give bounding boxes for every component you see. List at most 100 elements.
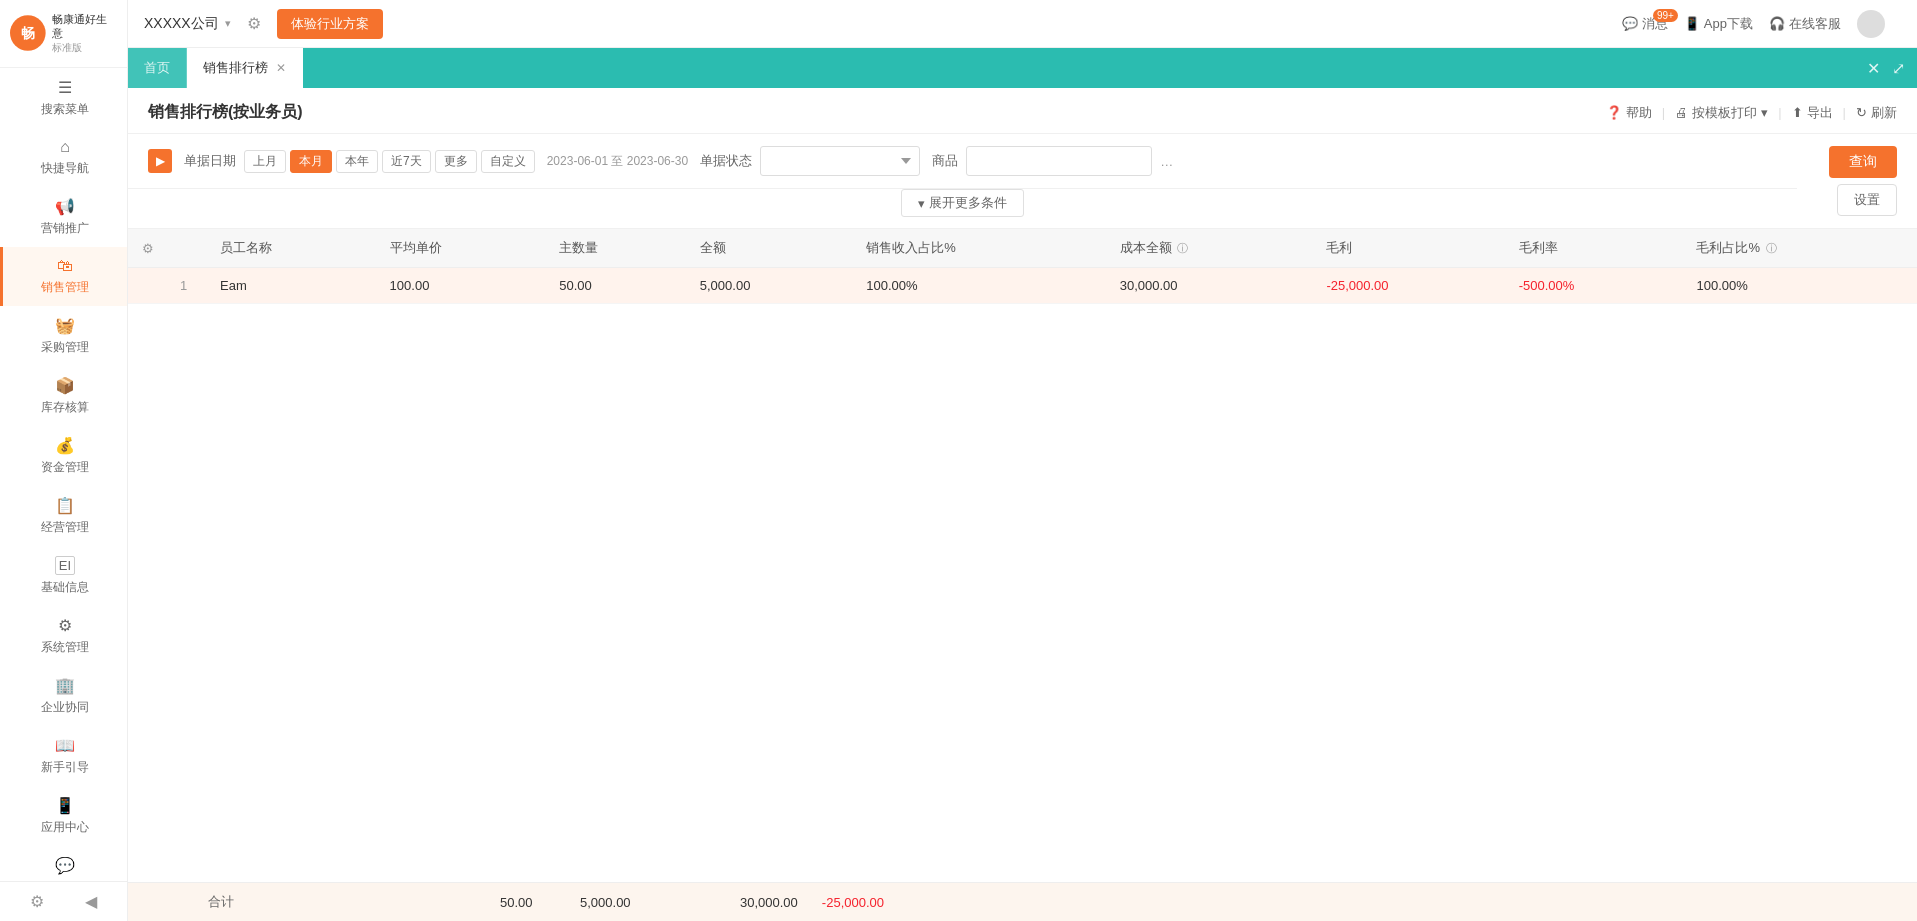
- export-button[interactable]: ⬆ 导出: [1792, 104, 1833, 122]
- page-actions: ❓ 帮助 | 🖨 按模板打印 ▾ | ⬆ 导出 | ↻ 刷新: [1606, 104, 1897, 122]
- sidebar-item-quick-nav[interactable]: ⌂ 快捷导航: [0, 128, 127, 187]
- col-avg-price: 平均单价: [378, 229, 548, 268]
- export-icon: ⬆: [1792, 105, 1803, 120]
- goods-label: 商品: [932, 152, 958, 170]
- tab-expand-icon[interactable]: ⤢: [1888, 55, 1909, 82]
- filter-and-query: ▶ 单据日期 上月 本月 本年 近7天 更多 自定义 2023-06-01 至 …: [128, 134, 1917, 229]
- date-filter-group: 单据日期 上月 本月 本年 近7天 更多 自定义 2023-06-01 至 20…: [184, 150, 688, 173]
- sidebar-item-guide[interactable]: 📖 新手引导: [0, 726, 127, 786]
- company-name: XXXXX公司: [144, 15, 219, 33]
- topbar-actions: 💬 消息 99+ 📱 App下载 🎧 在线客服: [1622, 10, 1901, 38]
- rankings-table: ⚙ 员工名称 平均单价 主数量 全额 销售收入占比% 成本全额 ⓘ 毛利 毛利率…: [128, 229, 1917, 304]
- refresh-button[interactable]: ↻ 刷新: [1856, 104, 1897, 122]
- sidebar-item-label: 营销推广: [41, 220, 89, 237]
- sidebar-item-inventory[interactable]: 📦 库存核算: [0, 366, 127, 426]
- row-gross-ratio: 100.00%: [1684, 268, 1917, 304]
- col-gross-ratio: 毛利占比% ⓘ: [1684, 229, 1917, 268]
- sidebar-settings-button[interactable]: ⚙: [30, 892, 44, 911]
- sidebar-item-search-orders[interactable]: ☰ 搜索菜单: [0, 68, 127, 128]
- query-button[interactable]: 查询: [1829, 146, 1897, 178]
- enterprise-icon: 🏢: [55, 676, 75, 695]
- footer-total-label: 合计: [208, 893, 408, 911]
- this-year-btn[interactable]: 本年: [336, 150, 378, 173]
- row-employee: Eam: [208, 268, 378, 304]
- app-download-icon: 📱: [1684, 16, 1700, 31]
- chevron-down-icon: ▾: [225, 17, 231, 30]
- sidebar-item-enterprise-wechat[interactable]: 💬 企业微信: [0, 846, 127, 881]
- sidebar-collapse-button[interactable]: ◀: [85, 892, 97, 911]
- content-area: 销售排行榜(按业务员) ❓ 帮助 | 🖨 按模板打印 ▾ | ⬆ 导出 |: [128, 88, 1917, 921]
- cost-help-icon[interactable]: ⓘ: [1177, 242, 1188, 254]
- app-download-button[interactable]: 📱 App下载: [1684, 15, 1753, 33]
- help-button[interactable]: ❓ 帮助: [1606, 104, 1652, 122]
- page-title: 销售排行榜(按业务员): [148, 102, 303, 123]
- sidebar-item-purchase[interactable]: 🧺 采购管理: [0, 306, 127, 366]
- tab-close-icon[interactable]: ✕: [276, 61, 286, 75]
- sidebar-item-finance[interactable]: 💰 资金管理: [0, 426, 127, 486]
- col-quantity: 主数量: [547, 229, 688, 268]
- tab-home-label: 首页: [144, 59, 170, 77]
- date-range-display: 2023-06-01 至 2023-06-30: [547, 153, 688, 170]
- expand-more-label: 展开更多条件: [929, 194, 1007, 212]
- col-settings[interactable]: ⚙: [128, 229, 168, 268]
- goods-filter-group: 商品 …: [932, 146, 1173, 176]
- sidebar-item-marketing[interactable]: 📢 营销推广: [0, 187, 127, 247]
- goods-input[interactable]: [966, 146, 1152, 176]
- date-label: 单据日期: [184, 152, 236, 170]
- topbar: XXXXX公司 ▾ ⚙ 体验行业方案 💬 消息 99+ 📱 App下载 🎧 在线…: [128, 0, 1917, 48]
- sidebar-item-sales[interactable]: 🛍 销售管理: [0, 247, 127, 306]
- this-month-btn[interactable]: 本月: [290, 150, 332, 173]
- guide-icon: 📖: [55, 736, 75, 755]
- finance-icon: 💰: [55, 436, 75, 455]
- sidebar-item-enterprise[interactable]: 🏢 企业协同: [0, 666, 127, 726]
- sidebar-item-app-center[interactable]: 📱 应用中心: [0, 786, 127, 846]
- goods-more-icon[interactable]: …: [1160, 154, 1173, 169]
- sidebar-item-basic-info[interactable]: EI 基础信息: [0, 546, 127, 606]
- gear-icon[interactable]: ⚙: [247, 14, 261, 33]
- sidebar-item-label: 系统管理: [41, 639, 89, 656]
- col-gross-profit: 毛利: [1314, 229, 1506, 268]
- tab-sales-ranking[interactable]: 销售排行榜 ✕: [187, 48, 303, 88]
- template-print-label: 按模板打印: [1692, 104, 1757, 122]
- filter-toggle-button[interactable]: ▶: [148, 149, 172, 173]
- tab-home[interactable]: 首页: [128, 48, 187, 88]
- purchase-icon: 🧺: [55, 316, 75, 335]
- menu-icon: ☰: [58, 78, 72, 97]
- table-wrapper: ⚙ 员工名称 平均单价 主数量 全额 销售收入占比% 成本全额 ⓘ 毛利 毛利率…: [128, 229, 1917, 882]
- sidebar-item-label: 应用中心: [41, 819, 89, 836]
- more-date-btn[interactable]: 更多: [435, 150, 477, 173]
- online-service-button[interactable]: 🎧 在线客服: [1769, 15, 1841, 33]
- logo-text: 畅康通好生意: [52, 12, 117, 41]
- help-icon: ❓: [1606, 105, 1622, 120]
- message-button[interactable]: 💬 消息 99+: [1622, 15, 1668, 33]
- expand-more-btn[interactable]: ▾ 展开更多条件: [901, 189, 1024, 217]
- sales-icon: 🛍: [57, 257, 73, 275]
- sidebar-bottom: ⚙ ◀: [0, 881, 127, 921]
- print-chevron-icon: ▾: [1761, 105, 1768, 120]
- col-cost-amount: 成本全额 ⓘ: [1108, 229, 1315, 268]
- tabbar: 首页 销售排行榜 ✕ ✕ ⤢: [128, 48, 1917, 88]
- gross-ratio-help-icon[interactable]: ⓘ: [1766, 242, 1777, 254]
- sidebar-item-label: 采购管理: [41, 339, 89, 356]
- marketing-icon: 📢: [55, 197, 75, 216]
- page-header: 销售排行榜(按业务员) ❓ 帮助 | 🖨 按模板打印 ▾ | ⬆ 导出 |: [128, 88, 1917, 134]
- last-7-days-btn[interactable]: 近7天: [382, 150, 431, 173]
- avatar[interactable]: [1857, 10, 1885, 38]
- query-section: 查询 设置: [1797, 134, 1917, 228]
- sidebar-item-system[interactable]: ⚙ 系统管理: [0, 606, 127, 666]
- col-employee: 员工名称: [208, 229, 378, 268]
- trial-btn[interactable]: 体验行业方案: [277, 9, 383, 39]
- company-selector[interactable]: XXXXX公司 ▾: [144, 15, 231, 33]
- custom-date-btn[interactable]: 自定义: [481, 150, 535, 173]
- sidebar-item-operations[interactable]: 📋 经营管理: [0, 486, 127, 546]
- sidebar-item-label: 经营管理: [41, 519, 89, 536]
- settings-button[interactable]: 设置: [1837, 184, 1897, 216]
- status-select[interactable]: [760, 146, 920, 176]
- col-amount: 全额: [688, 229, 855, 268]
- refresh-label: 刷新: [1871, 104, 1897, 122]
- template-print-button[interactable]: 🖨 按模板打印 ▾: [1675, 104, 1768, 122]
- chevron-right-icon: ▶: [156, 154, 165, 168]
- last-month-btn[interactable]: 上月: [244, 150, 286, 173]
- logo-badge: 标准版: [52, 41, 117, 55]
- tab-close-all-icon[interactable]: ✕: [1863, 55, 1884, 82]
